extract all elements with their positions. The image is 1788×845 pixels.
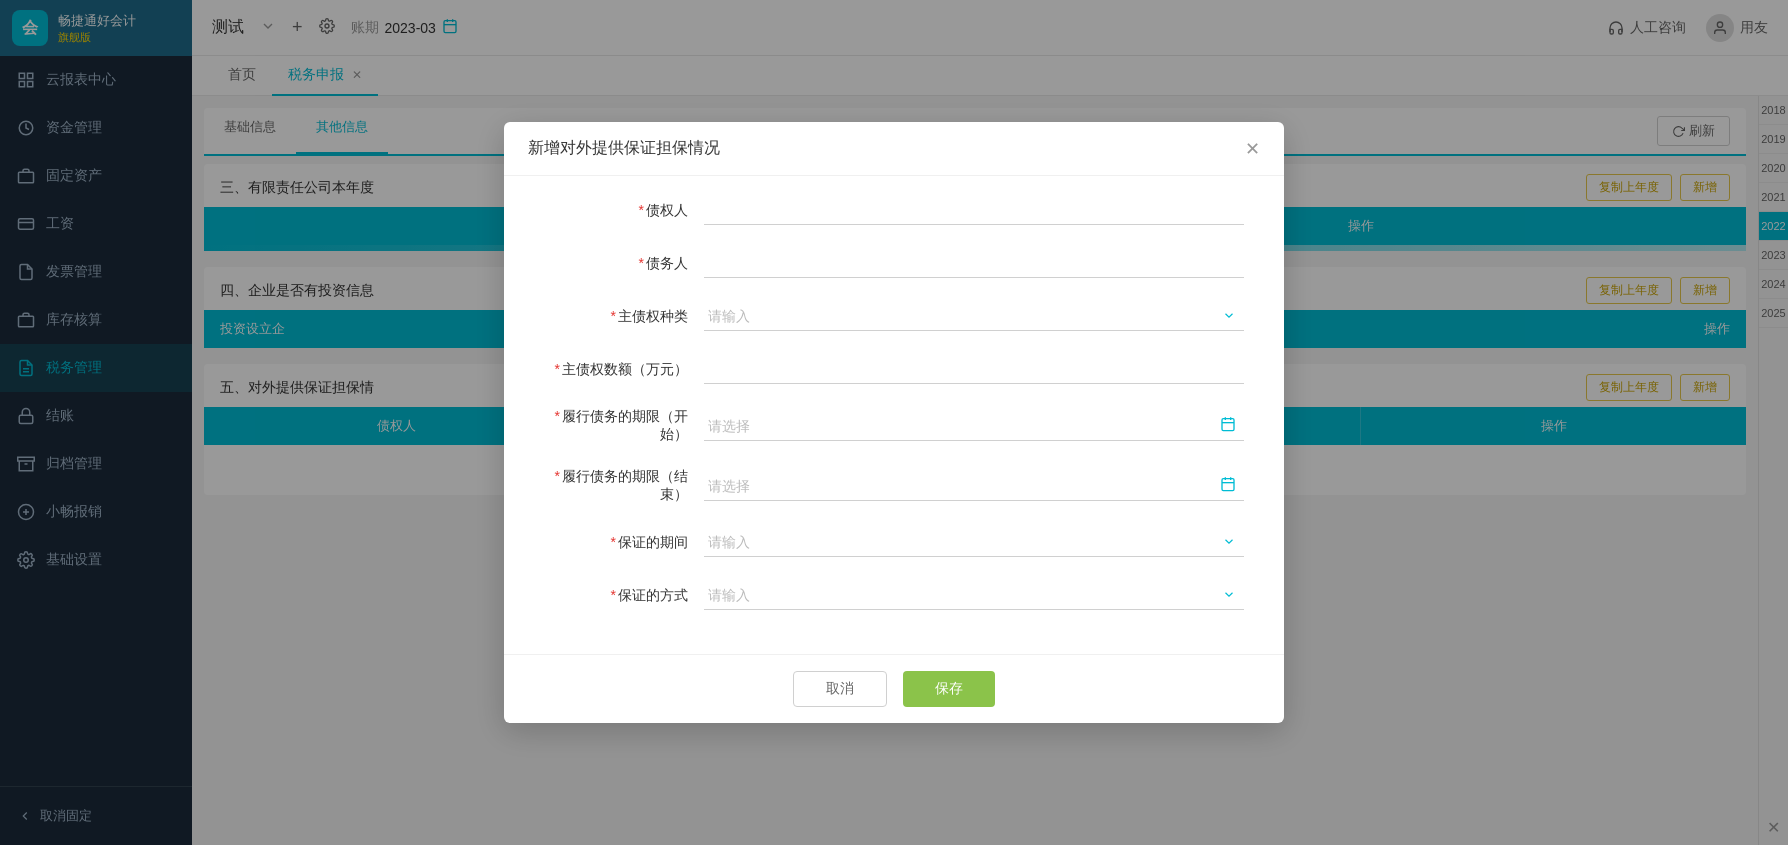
- field-debtor: *债务人: [544, 249, 1244, 278]
- debt-start-input[interactable]: [704, 412, 1244, 441]
- debt-start-calendar-icon[interactable]: [1220, 416, 1236, 436]
- svg-rect-22: [1222, 419, 1234, 431]
- guarantee-period-input[interactable]: [704, 528, 1244, 557]
- field-claim-type: *主债权种类: [544, 302, 1244, 331]
- claim-type-input[interactable]: [704, 302, 1244, 331]
- modal-overlay[interactable]: 新增对外提供保证担保情况 ✕ *债权人 *债务人: [0, 0, 1788, 845]
- modal-title: 新增对外提供保证担保情况: [528, 138, 720, 159]
- save-button[interactable]: 保存: [903, 671, 995, 707]
- svg-rect-26: [1222, 479, 1234, 491]
- cancel-button[interactable]: 取消: [793, 671, 887, 707]
- creditor-input[interactable]: [704, 196, 1244, 225]
- debtor-input[interactable]: [704, 249, 1244, 278]
- modal-close-button[interactable]: ✕: [1245, 140, 1260, 158]
- modal-footer: 取消 保存: [504, 654, 1284, 723]
- claim-amount-input[interactable]: [704, 355, 1244, 384]
- field-debt-end: *履行债务的期限（结束）: [544, 468, 1244, 504]
- modal-dialog: 新增对外提供保证担保情况 ✕ *债权人 *债务人: [504, 122, 1284, 723]
- modal-header: 新增对外提供保证担保情况 ✕: [504, 122, 1284, 176]
- field-guarantee-method: *保证的方式: [544, 581, 1244, 610]
- debt-end-calendar-icon[interactable]: [1220, 476, 1236, 496]
- field-creditor: *债权人: [544, 196, 1244, 225]
- modal-body: *债权人 *债务人 *主债权种类: [504, 176, 1284, 654]
- field-guarantee-period: *保证的期间: [544, 528, 1244, 557]
- debt-end-input[interactable]: [704, 472, 1244, 501]
- guarantee-method-input[interactable]: [704, 581, 1244, 610]
- field-debt-start: *履行债务的期限（开始）: [544, 408, 1244, 444]
- field-claim-amount: *主债权数额（万元）: [544, 355, 1244, 384]
